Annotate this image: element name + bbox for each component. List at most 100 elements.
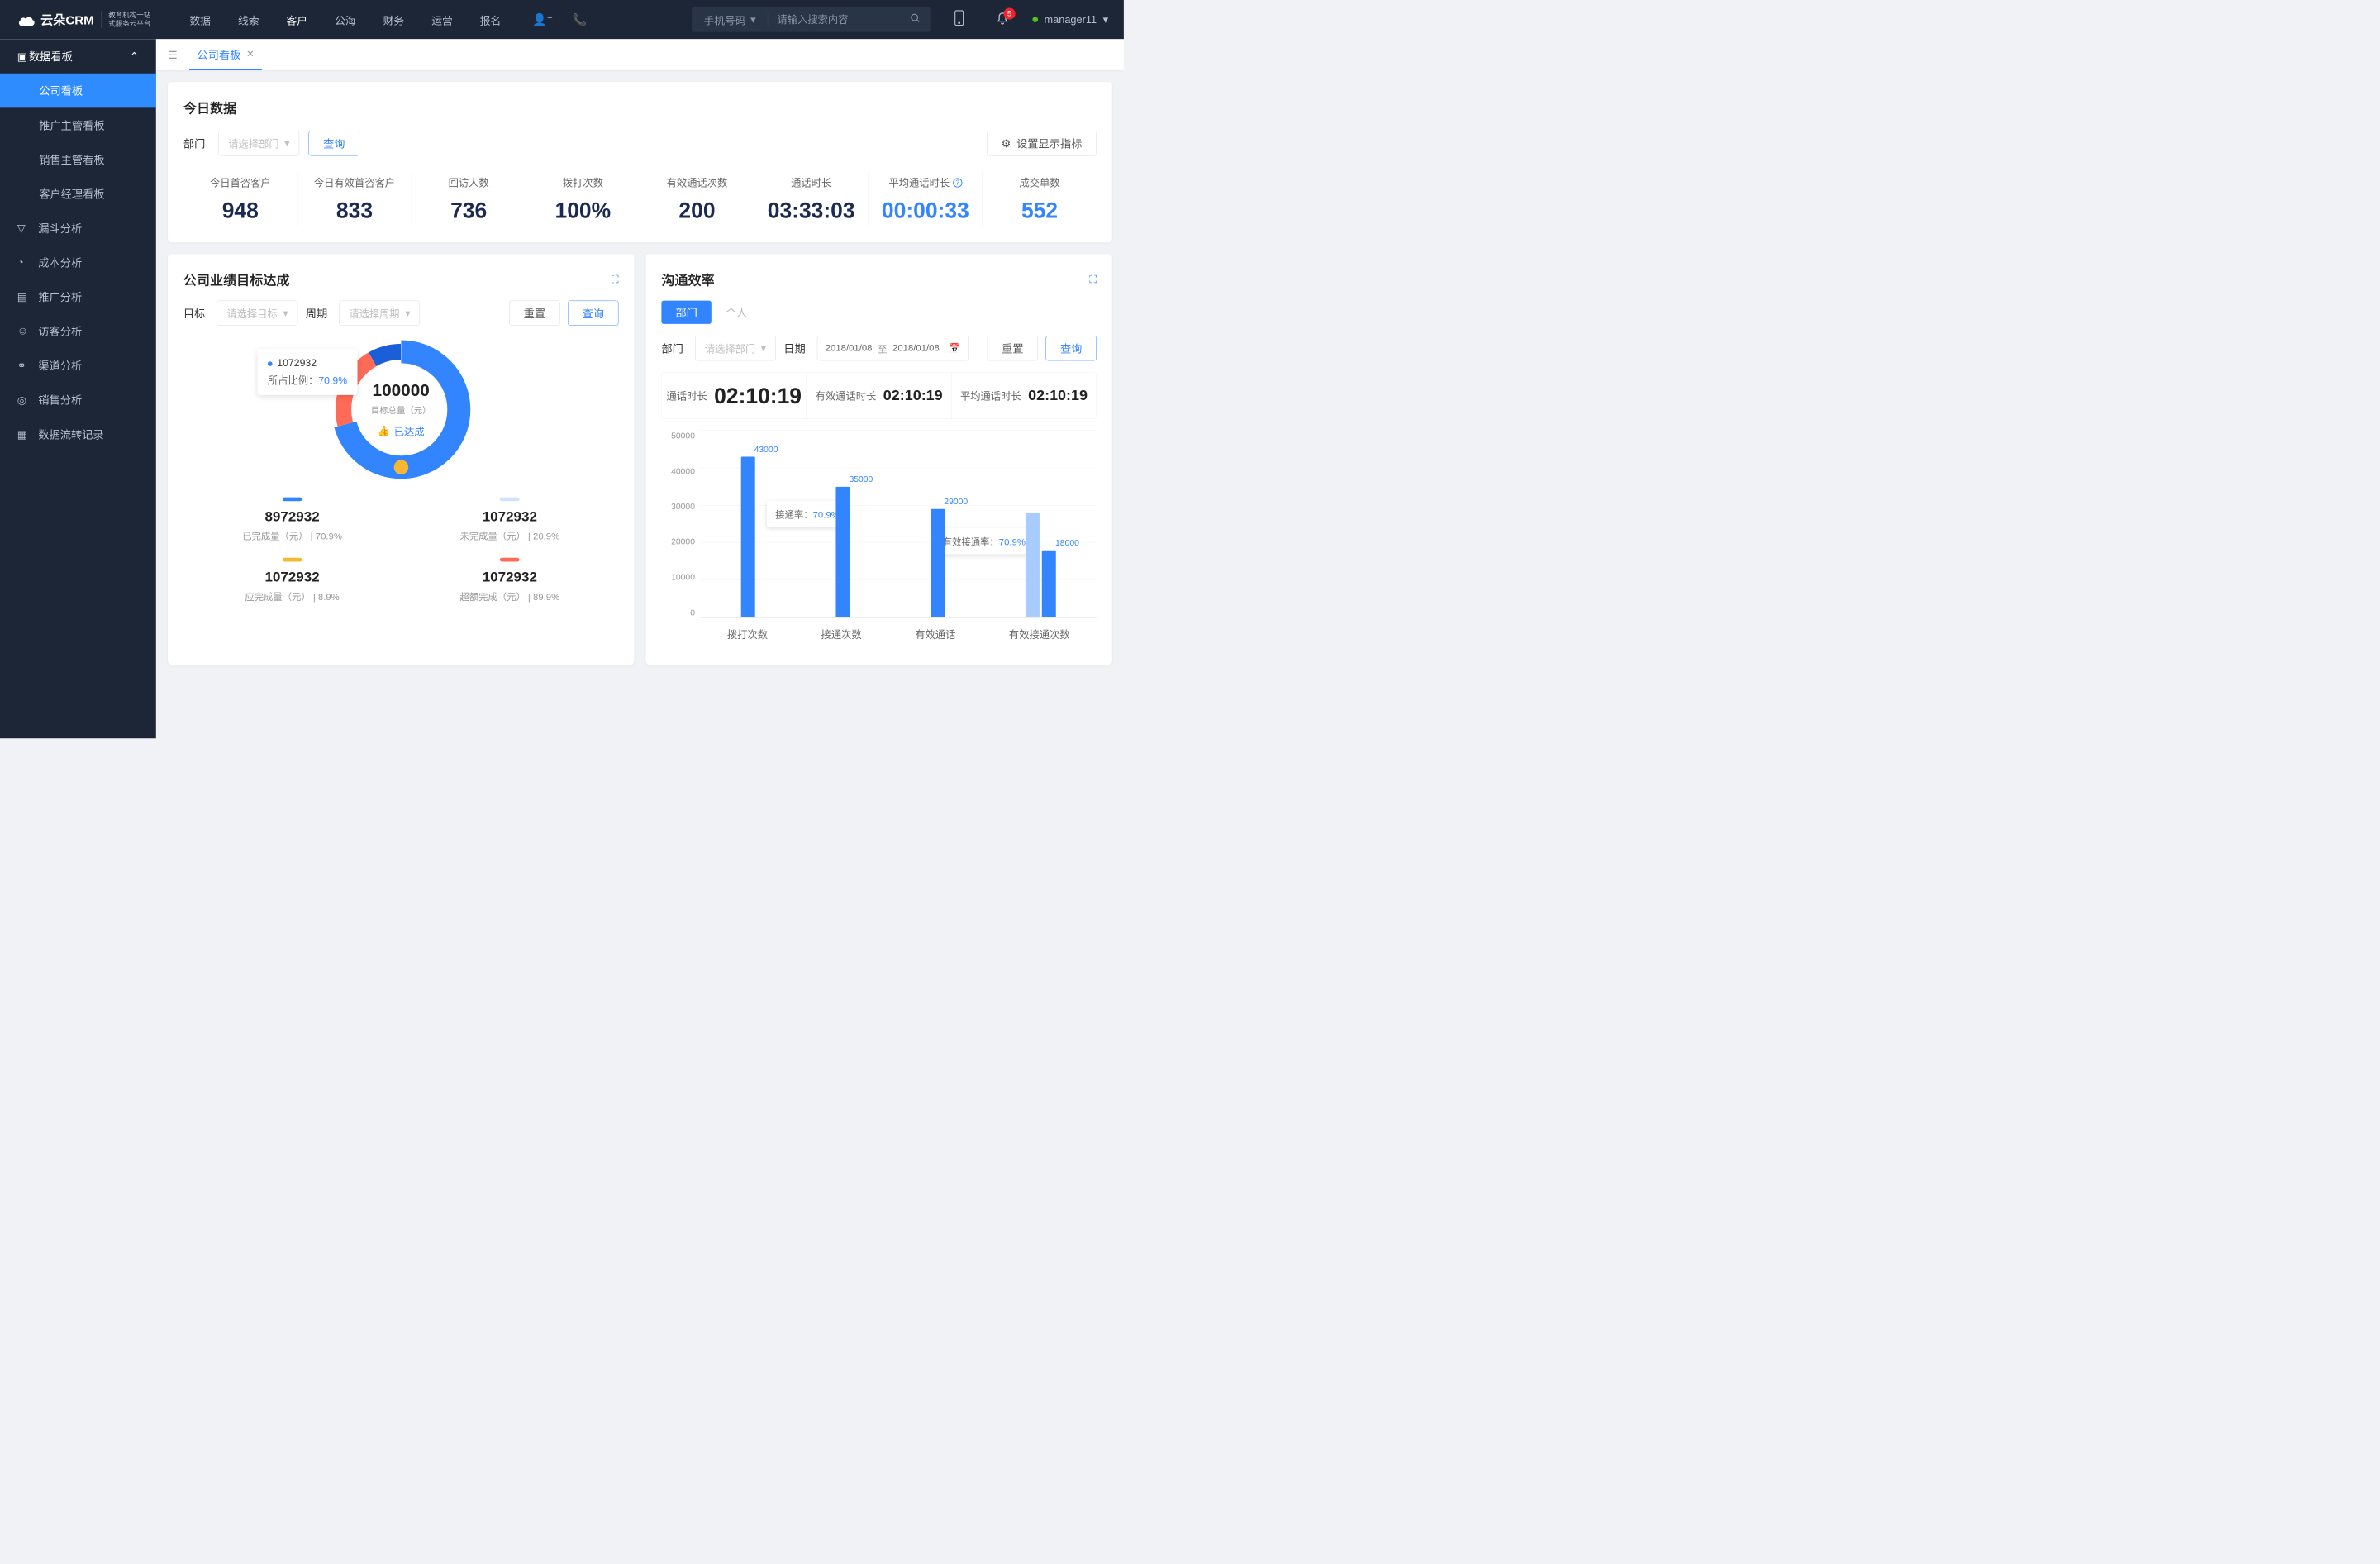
sidebar: ▣数据看板 ⌃ 公司看板推广主管看板销售主管看板客户经理看板 ▽漏斗分析◔成本分…	[0, 39, 156, 738]
legend-value: 1072932	[191, 569, 393, 585]
menu-icon[interactable]: ☰	[168, 48, 178, 61]
metric-label: 成交单数	[983, 175, 1097, 189]
sidebar-item[interactable]: ▦数据流转记录	[0, 417, 156, 451]
sidebar-group-dashboard[interactable]: ▣数据看板 ⌃	[0, 39, 156, 74]
reset-button[interactable]: 重置	[988, 336, 1038, 360]
metric: 通话时长03:33:03	[754, 171, 869, 226]
segment-tab[interactable]: 部门	[661, 301, 711, 324]
stat-label: 平均通话时长	[960, 389, 1021, 403]
close-icon[interactable]: ✕	[246, 49, 254, 60]
topnav-item[interactable]: 运营	[431, 12, 452, 26]
status-dot-icon	[1032, 17, 1038, 22]
metric-value: 03:33:03	[754, 198, 869, 223]
label-date: 日期	[783, 341, 805, 356]
chevron-down-icon: ▾	[1103, 13, 1108, 26]
logo-subtitle: 教育机构一站 式服务云平台	[101, 11, 150, 28]
label-target: 目标	[183, 305, 205, 321]
search-icon[interactable]	[901, 12, 931, 26]
chevron-down-icon: ▾	[750, 13, 755, 26]
add-user-icon[interactable]: 👤⁺	[532, 12, 553, 26]
tab-company-dashboard[interactable]: 公司看板 ✕	[189, 39, 262, 70]
sidebar-item[interactable]: ▤推广分析	[0, 279, 156, 314]
y-tick: 0	[661, 608, 695, 617]
card-today-data: 今日数据 部门 请选择部门▾ 查询 ⚙ 设置显示指标 今日首咨客户948今日有效…	[168, 82, 1112, 242]
comm-stat: 通话时长02:10:19	[662, 373, 807, 418]
section-title: 公司业绩目标达成	[183, 269, 289, 288]
chevron-up-icon: ⌃	[130, 50, 139, 63]
topnav-item[interactable]: 数据	[189, 12, 210, 26]
sidebar-sub-item[interactable]: 公司看板	[0, 74, 156, 108]
x-tick: 有效接通次数	[1009, 627, 1070, 641]
bar: 43000	[741, 457, 755, 618]
segment-tab[interactable]: 个人	[712, 301, 761, 324]
sidebar-sub-item[interactable]: 推广主管看板	[0, 107, 156, 142]
goal-status: 👍已达成	[371, 424, 431, 438]
thumbs-up-icon: 👍	[378, 425, 390, 437]
notification-badge: 5	[1003, 7, 1015, 19]
dept-select[interactable]: 请选择部门▾	[218, 131, 299, 155]
date-range-input[interactable]: 2018/01/08 至 2018/01/08 📅	[817, 336, 969, 360]
sidebar-icon: ▦	[17, 427, 29, 441]
sidebar-item[interactable]: ◎销售分析	[0, 383, 156, 417]
logo: 云朵CRM 教育机构一站 式服务云平台	[16, 11, 150, 29]
topnav-item[interactable]: 公海	[335, 12, 355, 26]
topnav-item[interactable]: 财务	[383, 12, 404, 26]
label-period: 周期	[306, 305, 327, 321]
sidebar-item[interactable]: ☺访客分析	[0, 314, 156, 349]
metric: 今日有效首咨客户 833	[298, 171, 412, 226]
metric-value: 200	[640, 198, 754, 223]
comm-stats: 通话时长02:10:19有效通话时长02:10:19 平均通话时长 02:10:19	[661, 372, 1097, 418]
metric-label: 今日有效首咨客户	[298, 175, 412, 189]
dept-select[interactable]: 请选择部门▾	[695, 336, 776, 360]
expand-icon[interactable]: ⛶	[612, 273, 619, 285]
period-select[interactable]: 请选择周期▾	[339, 301, 420, 326]
help-icon[interactable]: ?	[953, 178, 962, 187]
logo-text: 云朵CRM	[40, 11, 94, 29]
label-dept: 部门	[661, 341, 683, 356]
label-dept: 部门	[183, 136, 205, 151]
sidebar-item[interactable]: ◔成本分析	[0, 246, 156, 280]
sidebar-icon: ◔	[17, 256, 29, 269]
reset-button[interactable]: 重置	[509, 301, 559, 326]
comm-stat: 有效通话时长02:10:19	[807, 373, 951, 418]
stat-value: 02:10:19	[1028, 387, 1088, 403]
card-goal: 公司业绩目标达成 ⛶ 目标 请选择目标▾ 周期 请选择周期▾ 重置 查询	[168, 254, 634, 665]
card-communication: 沟通效率 ⛶ 部门个人 部门 请选择部门▾ 日期 2018/01/08 至 20…	[645, 254, 1111, 665]
phone-icon[interactable]: 📞	[573, 12, 588, 26]
bell-icon[interactable]: 5	[988, 11, 1017, 28]
topnav-item[interactable]: 报名	[480, 12, 501, 26]
section-title: 今日数据	[183, 98, 1097, 117]
target-select[interactable]: 请选择目标▾	[217, 301, 298, 326]
sidebar-sub-item[interactable]: 销售主管看板	[0, 142, 156, 177]
query-button[interactable]: 查询	[1045, 336, 1096, 360]
stat-value: 02:10:19	[714, 383, 802, 408]
query-button[interactable]: 查询	[568, 301, 618, 326]
settings-button[interactable]: ⚙ 设置显示指标	[987, 131, 1097, 155]
y-tick: 40000	[661, 466, 695, 476]
sidebar-sub-item[interactable]: 客户经理看板	[0, 176, 156, 211]
metric-value: 100%	[526, 198, 640, 223]
metric-value: 833	[298, 198, 412, 223]
user-menu[interactable]: manager11 ▾	[1032, 13, 1108, 26]
stat-value: 02:10:19	[883, 387, 943, 403]
search-type-select[interactable]: 手机号码▾	[692, 12, 768, 26]
legend-desc: 未完成量（元） | 20.9%	[409, 528, 611, 542]
sidebar-item[interactable]: ⚭渠道分析	[0, 348, 156, 383]
topnav-item[interactable]: 线索	[238, 12, 259, 26]
search-input[interactable]	[768, 13, 901, 26]
bar-chart: 50000400003000020000100000 接通率：70.9%	[661, 431, 1097, 649]
sidebar-icon: ⚭	[17, 359, 29, 372]
sidebar-item[interactable]: ▽漏斗分析	[0, 211, 156, 246]
user-name: manager11	[1045, 13, 1097, 26]
bar-value-label: 29000	[944, 497, 968, 507]
chart-tooltip: 1072932 所占比例：70.9%	[258, 349, 358, 395]
top-nav-icons: 👤⁺ 📞	[532, 12, 587, 26]
segment-tabs: 部门个人	[661, 301, 1097, 324]
x-tick: 接通次数	[821, 627, 862, 641]
donut-chart: 100000 目标总量（元） 👍已达成 1072932 所占比例：70.9%	[183, 326, 619, 494]
query-button[interactable]: 查询	[309, 131, 359, 155]
topnav-item[interactable]: 客户	[287, 12, 307, 26]
expand-icon[interactable]: ⛶	[1089, 273, 1097, 285]
mobile-icon[interactable]	[946, 10, 973, 29]
chevron-down-icon: ▾	[761, 342, 766, 355]
